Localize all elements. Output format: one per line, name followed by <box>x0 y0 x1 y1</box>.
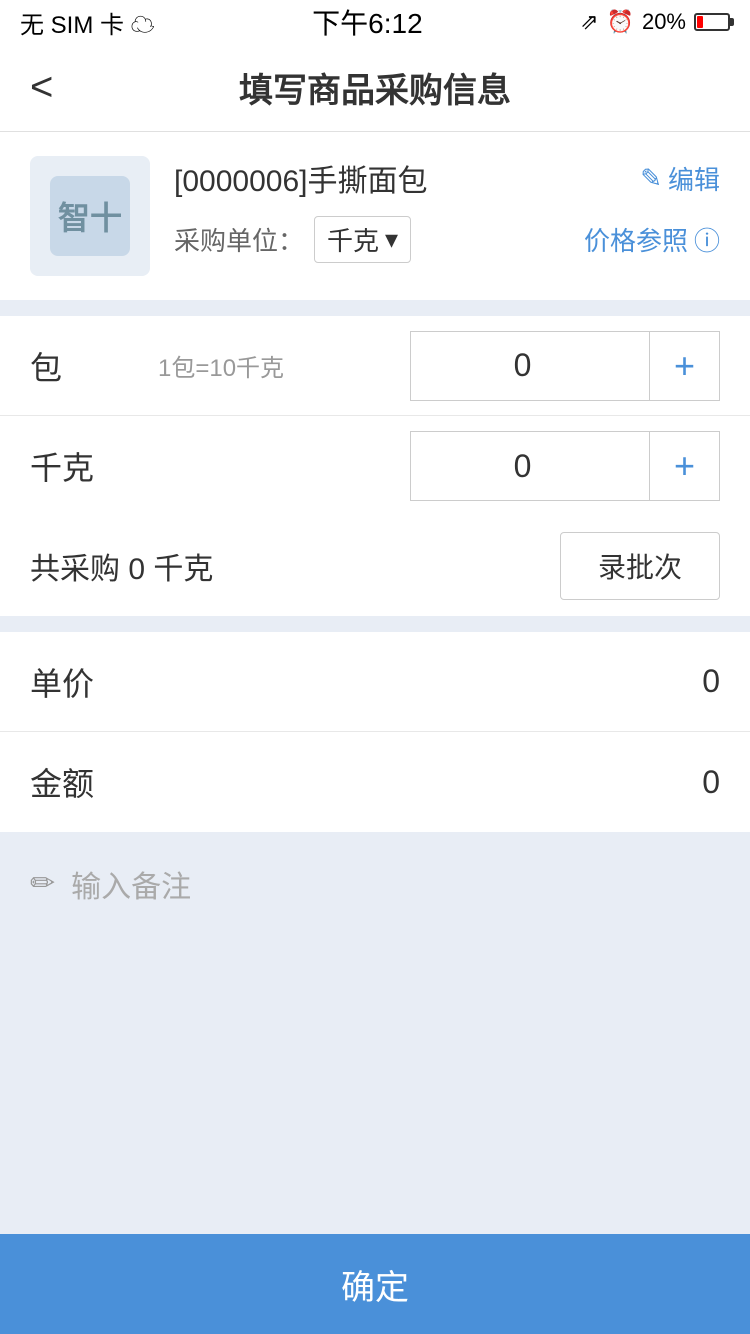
unit-value: 千克 <box>327 221 379 258</box>
edit-label: 编辑 <box>668 160 720 197</box>
kg-row: 千克 + <box>0 416 750 516</box>
page-title: 填写商品采购信息 <box>239 63 511 112</box>
chevron-down-icon: ▾ <box>385 224 398 255</box>
battery-percent: 20% <box>642 9 686 35</box>
battery-icon <box>694 13 730 31</box>
amount-row: 金额 0 <box>0 732 750 832</box>
total-row: 共采购 0 千克 录批次 <box>0 516 750 616</box>
bag-form-section: 包 1包=10千克 + 千克 + <box>0 316 750 516</box>
unit-price-row: 单价 0 <box>0 632 750 732</box>
section-separator-2 <box>0 616 750 632</box>
kg-label: 千克 <box>30 443 150 489</box>
product-info: [0000006]手撕面包 ✎ 编辑 采购单位： 千克 ▾ 价格参照 ⓘ <box>174 156 720 263</box>
status-time: 下午6:12 <box>312 2 423 42</box>
batch-button[interactable]: 录批次 <box>560 532 720 600</box>
product-logo: 智十 <box>50 176 130 256</box>
bag-sublabel: 1包=10千克 <box>158 348 410 383</box>
info-icon: ⓘ <box>694 221 720 258</box>
confirm-button[interactable]: 确定 <box>0 1234 750 1334</box>
kg-plus-button[interactable]: + <box>650 431 720 501</box>
unit-price-value: 0 <box>702 663 720 700</box>
kg-input-group: + <box>410 431 720 501</box>
total-label: 共采购 0 千克 <box>30 544 213 588</box>
remark-placeholder: 输入备注 <box>71 862 191 906</box>
unit-dropdown[interactable]: 千克 ▾ <box>314 216 411 263</box>
back-button[interactable]: < <box>30 65 53 110</box>
status-bar: 无 SIM 卡 ☁ 下午6:12 ⇗ ⏰ 20% <box>0 0 750 44</box>
product-bottom-row: 采购单位： 千克 ▾ 价格参照 ⓘ <box>174 216 720 263</box>
alarm-icon: ⏰ <box>607 9 634 35</box>
bag-plus-button[interactable]: + <box>650 331 720 401</box>
price-section: 单价 0 金额 0 <box>0 632 750 832</box>
remark-section[interactable]: ✏ 输入备注 <box>0 832 750 1012</box>
bag-label: 包 <box>30 343 150 389</box>
kg-input[interactable] <box>410 431 650 501</box>
price-ref-label: 价格参照 <box>584 221 688 258</box>
unit-selector: 采购单位： 千克 ▾ <box>174 216 411 263</box>
unit-label: 采购单位： <box>174 221 304 258</box>
status-right: ⇗ ⏰ 20% <box>580 9 730 35</box>
pencil-icon: ✏ <box>30 866 55 901</box>
status-left: 无 SIM 卡 ☁ <box>20 5 155 40</box>
product-card: 智十 [0000006]手撕面包 ✎ 编辑 采购单位： 千克 ▾ 价格参照 ⓘ <box>0 132 750 300</box>
bag-input[interactable] <box>410 331 650 401</box>
bag-row: 包 1包=10千克 + <box>0 316 750 416</box>
amount-value: 0 <box>702 764 720 801</box>
product-name: [0000006]手撕面包 <box>174 156 427 200</box>
price-ref-button[interactable]: 价格参照 ⓘ <box>584 221 720 258</box>
unit-price-label: 单价 <box>30 659 94 705</box>
sim-status: 无 SIM 卡 ☁ <box>20 5 155 40</box>
product-top-row: [0000006]手撕面包 ✎ 编辑 <box>174 156 720 200</box>
edit-icon: ✎ <box>640 163 662 194</box>
product-image: 智十 <box>30 156 150 276</box>
section-separator-1 <box>0 300 750 316</box>
location-icon: ⇗ <box>580 9 598 35</box>
amount-label: 金额 <box>30 759 94 805</box>
nav-bar: < 填写商品采购信息 <box>0 44 750 132</box>
bag-input-group: + <box>410 331 720 401</box>
edit-button[interactable]: ✎ 编辑 <box>640 160 720 197</box>
